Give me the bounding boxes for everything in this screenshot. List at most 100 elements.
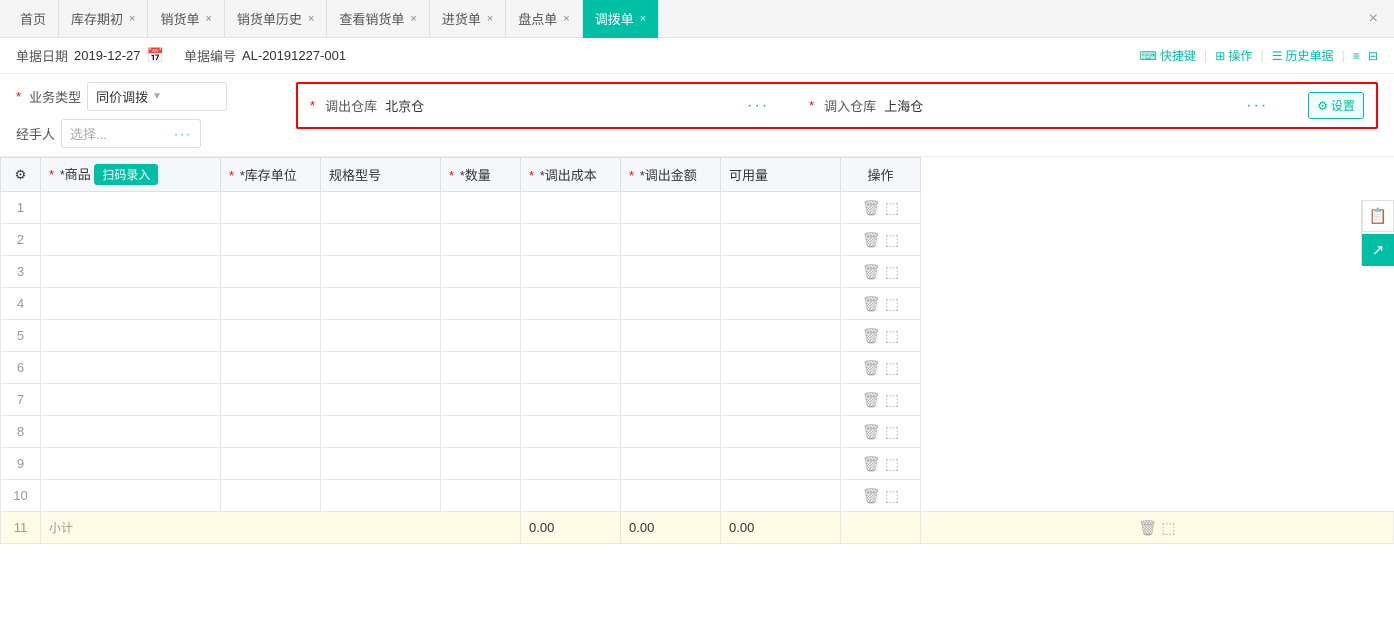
amount-cell[interactable] [621,384,721,416]
cost-cell[interactable] [521,192,621,224]
layout-grid-button[interactable]: ⊟ [1368,49,1378,63]
spec-cell[interactable] [321,416,441,448]
tab-inventory-count[interactable]: 盘点单 × [506,0,582,38]
product-cell[interactable] [41,416,221,448]
available-cell[interactable] [721,224,841,256]
spec-cell[interactable] [321,480,441,512]
product-cell[interactable] [41,256,221,288]
copy-icon[interactable]: ⬚ [885,231,899,249]
tab-inventory-count-close[interactable]: × [563,13,569,25]
copy-icon[interactable]: ⬚ [885,263,899,281]
delete-icon[interactable]: 🗑 [862,391,881,409]
amount-cell[interactable] [621,448,721,480]
unit-cell[interactable] [221,384,321,416]
layout-list-button[interactable]: ≡ [1353,49,1360,63]
copy-icon[interactable]: ⬚ [885,455,899,473]
cost-cell[interactable] [521,416,621,448]
amount-cell[interactable] [621,480,721,512]
amount-cell[interactable] [621,352,721,384]
available-cell[interactable] [721,416,841,448]
spec-cell[interactable] [321,256,441,288]
cost-cell[interactable] [521,384,621,416]
available-cell[interactable] [721,384,841,416]
unit-cell[interactable] [221,224,321,256]
scan-entry-button[interactable]: 扫码录入 [94,164,158,185]
cost-cell[interactable] [521,256,621,288]
side-doc-button[interactable]: 📋 [1362,200,1394,232]
spec-cell[interactable] [321,320,441,352]
unit-cell[interactable] [221,448,321,480]
qty-cell[interactable] [441,288,521,320]
delete-icon[interactable]: 🗑 [862,359,881,377]
qty-cell[interactable] [441,384,521,416]
col-gear[interactable]: ⚙ [1,158,41,192]
product-cell[interactable] [41,448,221,480]
amount-cell[interactable] [621,288,721,320]
qty-cell[interactable] [441,192,521,224]
unit-cell[interactable] [221,320,321,352]
amount-cell[interactable] [621,320,721,352]
tab-transfer-close[interactable]: × [640,13,646,25]
qty-cell[interactable] [441,320,521,352]
qty-cell[interactable] [441,416,521,448]
amount-cell[interactable] [621,256,721,288]
qty-cell[interactable] [441,480,521,512]
unit-cell[interactable] [221,256,321,288]
spec-cell[interactable] [321,448,441,480]
unit-cell[interactable] [221,288,321,320]
product-cell[interactable] [41,384,221,416]
side-expand-button[interactable]: ↗ [1362,234,1394,266]
copy-icon[interactable]: ⬚ [885,359,899,377]
tab-sales-history[interactable]: 销货单历史 × [225,0,327,38]
delete-icon[interactable]: 🗑 [862,327,881,345]
tab-close-all-button[interactable]: × [1361,10,1386,28]
available-cell[interactable] [721,192,841,224]
amount-cell[interactable] [621,192,721,224]
delete-icon[interactable]: 🗑 [1138,519,1157,537]
unit-cell[interactable] [221,480,321,512]
delete-icon[interactable]: 🗑 [862,487,881,505]
product-cell[interactable] [41,224,221,256]
delete-icon[interactable]: 🗑 [862,263,881,281]
available-cell[interactable] [721,448,841,480]
tab-inventory-init-close[interactable]: × [129,13,135,25]
copy-icon[interactable]: ⬚ [885,391,899,409]
qty-cell[interactable] [441,352,521,384]
qty-cell[interactable] [441,224,521,256]
copy-icon[interactable]: ⬚ [885,487,899,505]
product-cell[interactable] [41,192,221,224]
tab-view-sales-close[interactable]: × [410,13,416,25]
spec-cell[interactable] [321,384,441,416]
history-button[interactable]: ☰ 历史单据 [1272,47,1334,64]
tab-view-sales[interactable]: 查看销货单 × [327,0,429,38]
tab-transfer[interactable]: 调拨单 × [583,0,659,38]
unit-cell[interactable] [221,352,321,384]
tab-inventory-init[interactable]: 库存期初 × [59,0,148,38]
copy-icon[interactable]: ⬚ [885,327,899,345]
product-cell[interactable] [41,320,221,352]
spec-cell[interactable] [321,192,441,224]
cost-cell[interactable] [521,288,621,320]
qty-cell[interactable] [441,256,521,288]
business-type-dropdown[interactable]: 同价调拨 ▼ [87,82,227,111]
transfer-in-more-icon[interactable]: ··· [1246,97,1268,115]
transfer-out-more-icon[interactable]: ··· [747,97,769,115]
available-cell[interactable] [721,256,841,288]
handler-dropdown[interactable]: 选择... ··· [61,119,201,148]
delete-icon[interactable]: 🗑 [862,423,881,441]
calendar-icon[interactable]: 📅 [147,47,164,64]
delete-icon[interactable]: 🗑 [862,295,881,313]
spec-cell[interactable] [321,224,441,256]
handler-more-icon[interactable]: ··· [174,127,192,141]
unit-cell[interactable] [221,192,321,224]
product-cell[interactable] [41,288,221,320]
copy-icon[interactable]: ⬚ [1161,519,1175,537]
shortcuts-button[interactable]: ⌨ 快捷键 [1140,47,1196,64]
available-cell[interactable] [721,480,841,512]
product-cell[interactable] [41,480,221,512]
spec-cell[interactable] [321,288,441,320]
tab-sales-order-close[interactable]: × [205,13,211,25]
tab-home[interactable]: 首页 [8,0,59,38]
copy-icon[interactable]: ⬚ [885,295,899,313]
available-cell[interactable] [721,352,841,384]
